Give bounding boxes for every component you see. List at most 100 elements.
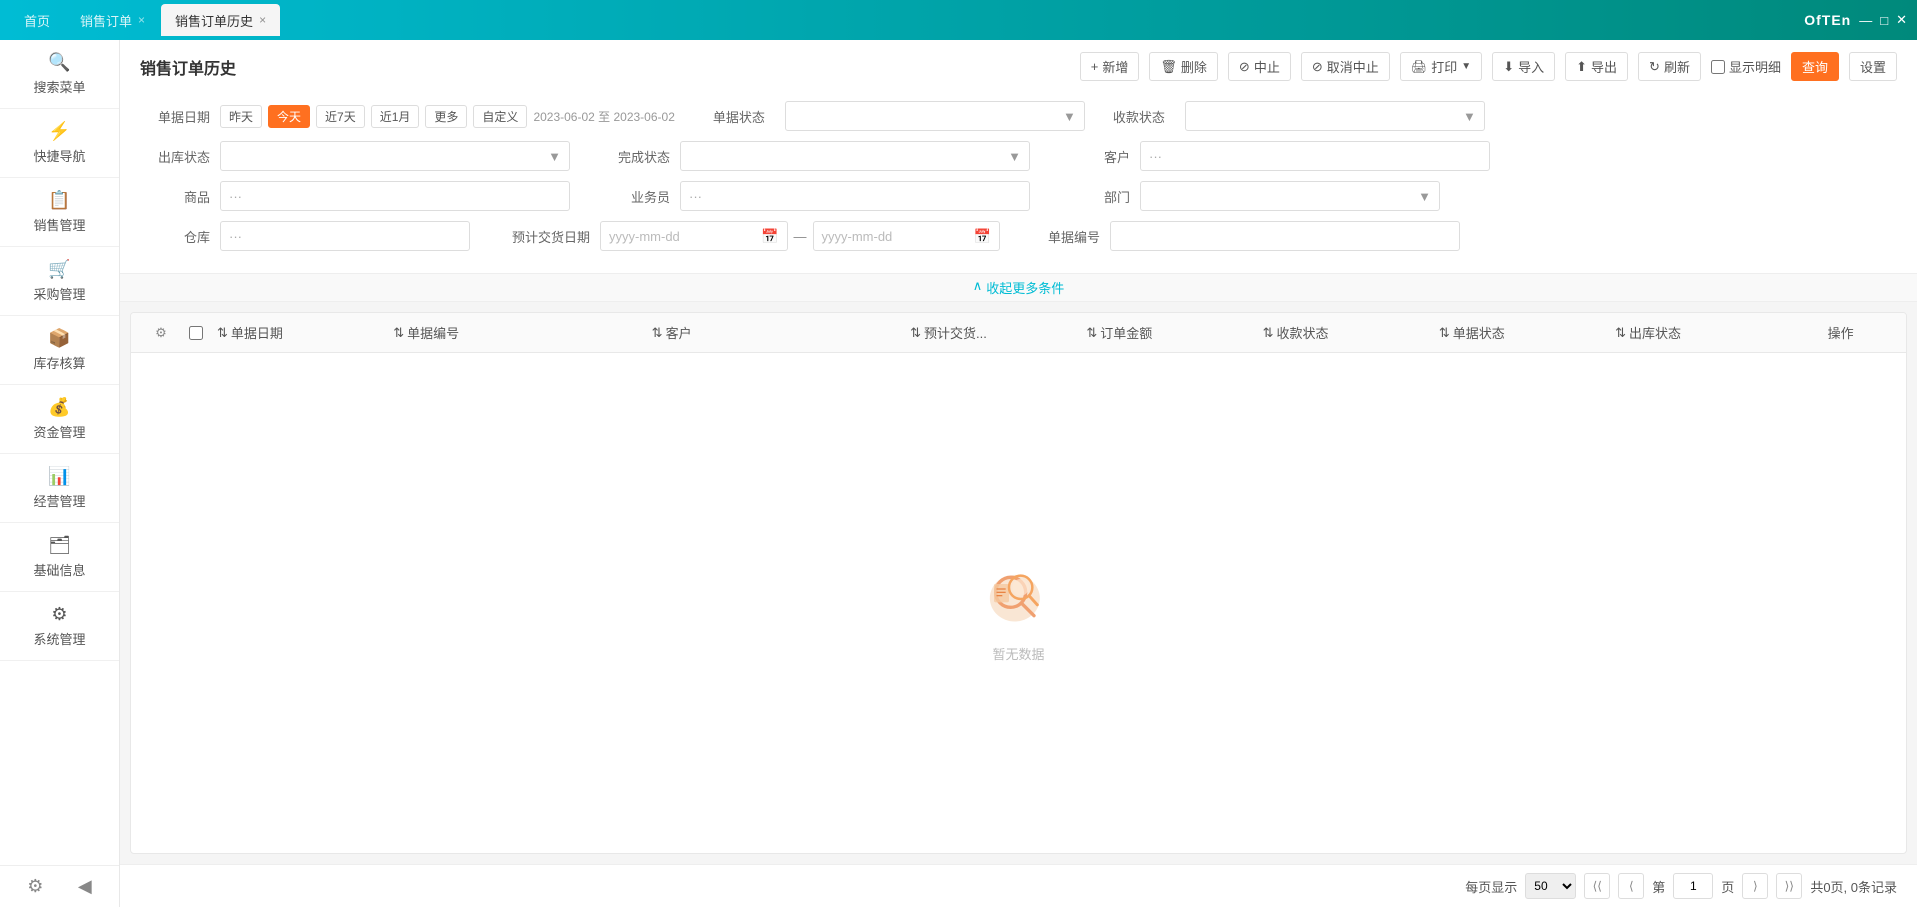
th-sort-receipt-status[interactable]: ⇅ <box>1263 325 1274 341</box>
date-last7[interactable]: 近7天 <box>316 105 365 128</box>
new-button[interactable]: + 新增 <box>1080 52 1140 81</box>
table-wrapper: ⚙ ⇅ 单据日期 ⇅ 单据编号 ⇅ 客户 ⇅ 预计交货. <box>130 312 1907 854</box>
settings-button[interactable]: 设置 <box>1849 52 1897 81</box>
date-last-month[interactable]: 近1月 <box>371 105 420 128</box>
query-label: 查询 <box>1802 57 1828 76</box>
th-out-status-label: 出库状态 <box>1629 323 1681 342</box>
cancel-stop-button[interactable]: ⊘ 取消中止 <box>1301 52 1390 81</box>
sidebar-item-search-menu[interactable]: 🔍 搜索菜单 <box>0 40 119 109</box>
date-custom[interactable]: 自定义 <box>473 105 527 128</box>
table-settings-btn[interactable]: ⚙ <box>141 325 181 341</box>
import-button[interactable]: ⬇ 导入 <box>1492 52 1555 81</box>
display-columns-label: 显示明细 <box>1729 57 1781 76</box>
close-app-btn[interactable]: ✕ <box>1896 12 1907 28</box>
prev-page-btn[interactable]: ⟨ <box>1618 873 1644 899</box>
salesperson-input[interactable]: ··· <box>680 181 1030 211</box>
first-page-btn[interactable]: ⟨⟨ <box>1584 873 1610 899</box>
page-number-input[interactable] <box>1673 873 1713 899</box>
base-info-icon: 🗂 <box>48 535 71 556</box>
complete-status-select[interactable]: ▼ <box>680 141 1030 171</box>
stop-button[interactable]: ⊘ 中止 <box>1228 52 1291 81</box>
sidebar-item-inventory[interactable]: 📦 库存核算 <box>0 316 119 385</box>
th-order-amount: ⇅ 订单金额 <box>1080 323 1256 342</box>
toolbar: + 新增 🗑 删除 ⊘ 中止 ⊘ 取消中止 <box>1080 52 1897 81</box>
sidebar-item-operations[interactable]: 📊 经营管理 <box>0 454 119 523</box>
delivery-date-to[interactable]: yyyy-mm-dd 📅 <box>813 221 1001 251</box>
tab-sales-order[interactable]: 销售订单 × <box>66 4 159 36</box>
sidebar-item-quick-nav[interactable]: ⚡ 快捷导航 <box>0 109 119 178</box>
cancel-stop-label: 取消中止 <box>1327 57 1379 76</box>
display-columns-checkbox[interactable]: 显示明细 <box>1711 57 1781 76</box>
query-button[interactable]: 查询 <box>1791 52 1839 81</box>
close-sales-order-history-tab[interactable]: × <box>259 13 266 27</box>
last-page-btn[interactable]: ⟩⟩ <box>1776 873 1802 899</box>
th-sort-customer[interactable]: ⇅ <box>652 325 663 341</box>
sidebar-item-purchase-mgmt[interactable]: 🛒 采购管理 <box>0 247 119 316</box>
th-sort-bill-number[interactable]: ⇅ <box>393 325 404 341</box>
stop-label: 中止 <box>1254 57 1280 76</box>
tab-home[interactable]: 首页 <box>10 4 64 36</box>
complete-status-label: 完成状态 <box>600 147 670 166</box>
import-icon: ⬇ <box>1503 59 1514 75</box>
print-button[interactable]: 🖨 打印 ▼ <box>1400 52 1482 81</box>
purchase-mgmt-icon: 🛒 <box>48 259 70 280</box>
th-sort-order-amount[interactable]: ⇅ <box>1086 325 1097 341</box>
sidebar-item-sales-mgmt[interactable]: 📋 销售管理 <box>0 178 119 247</box>
warehouse-input[interactable]: ··· <box>220 221 470 251</box>
bill-number-input[interactable] <box>1110 221 1460 251</box>
collapse-bar[interactable]: ∧ 收起更多条件 <box>120 273 1917 301</box>
jump-label: 第 <box>1652 877 1665 896</box>
th-sort-expected-delivery[interactable]: ⇅ <box>910 325 921 341</box>
receipt-status-arrow: ▼ <box>1463 109 1476 124</box>
empty-icon <box>969 544 1069 644</box>
refresh-button[interactable]: ↻ 刷新 <box>1638 52 1701 81</box>
sidebar-item-base-info[interactable]: 🗂 基础信息 <box>0 523 119 592</box>
next-page-btn[interactable]: ⟩ <box>1742 873 1768 899</box>
export-button[interactable]: ⬆ 导出 <box>1565 52 1628 81</box>
page-size-select[interactable]: 50 10 20 100 <box>1525 873 1576 899</box>
sidebar-item-purchase-mgmt-label: 采购管理 <box>33 284 85 303</box>
bill-status-label: 单据状态 <box>705 107 765 126</box>
date-range-text: 2023-06-02 至 2023-06-02 <box>533 108 674 125</box>
date-more[interactable]: 更多 <box>425 105 467 128</box>
sidebar-item-system-mgmt[interactable]: ⚙ 系统管理 <box>0 592 119 661</box>
sidebar-collapse-icon[interactable]: ◀ <box>78 876 92 897</box>
calendar-from-icon: 📅 <box>761 228 778 245</box>
select-all-checkbox[interactable] <box>189 326 203 340</box>
th-expected-delivery-label: 预计交货... <box>924 323 987 342</box>
th-sort-bill-status[interactable]: ⇅ <box>1439 325 1450 341</box>
receipt-status-select[interactable]: ▼ <box>1185 101 1485 131</box>
date-yesterday[interactable]: 昨天 <box>220 105 262 128</box>
customer-input[interactable]: ··· <box>1140 141 1490 171</box>
tab-sales-order-label: 销售订单 <box>80 11 132 30</box>
date-to-placeholder: yyyy-mm-dd <box>822 229 893 244</box>
display-columns-input[interactable] <box>1711 60 1725 74</box>
print-label: 打印 <box>1431 57 1457 76</box>
date-label: 单据日期 <box>140 107 210 126</box>
tab-sales-order-history-label: 销售订单历史 <box>175 11 253 30</box>
warehouse-label: 仓库 <box>140 227 210 246</box>
sidebar-settings-icon[interactable]: ⚙ <box>27 876 43 897</box>
minimize-btn[interactable]: — <box>1859 13 1872 28</box>
finance-icon: 💰 <box>48 397 70 418</box>
product-input[interactable]: ··· <box>220 181 570 211</box>
th-out-status: ⇅ 出库状态 <box>1609 323 1785 342</box>
tab-sales-order-history[interactable]: 销售订单历史 × <box>161 4 280 36</box>
new-icon: + <box>1091 59 1099 74</box>
table-select-all[interactable] <box>181 326 211 340</box>
page-label: 页 <box>1721 877 1734 896</box>
th-action-label: 操作 <box>1828 323 1854 342</box>
collapse-icon: ∧ <box>973 278 983 297</box>
th-sort-out-status[interactable]: ⇅ <box>1615 325 1626 341</box>
department-select[interactable]: ▼ <box>1140 181 1440 211</box>
maximize-btn[interactable]: □ <box>1880 13 1888 28</box>
out-status-select[interactable]: ▼ <box>220 141 570 171</box>
th-sort-bill-date[interactable]: ⇅ <box>217 325 228 341</box>
sidebar-item-finance[interactable]: 💰 资金管理 <box>0 385 119 454</box>
delivery-date-from[interactable]: yyyy-mm-dd 📅 <box>600 221 788 251</box>
filter-section: 单据日期 昨天 今天 近7天 近1月 更多 自定义 2023-06-02 至 2… <box>120 89 1917 273</box>
close-sales-order-tab[interactable]: × <box>138 13 145 27</box>
date-today[interactable]: 今天 <box>268 105 310 128</box>
delete-button[interactable]: 🗑 删除 <box>1149 52 1218 81</box>
bill-status-select[interactable]: ▼ <box>785 101 1085 131</box>
